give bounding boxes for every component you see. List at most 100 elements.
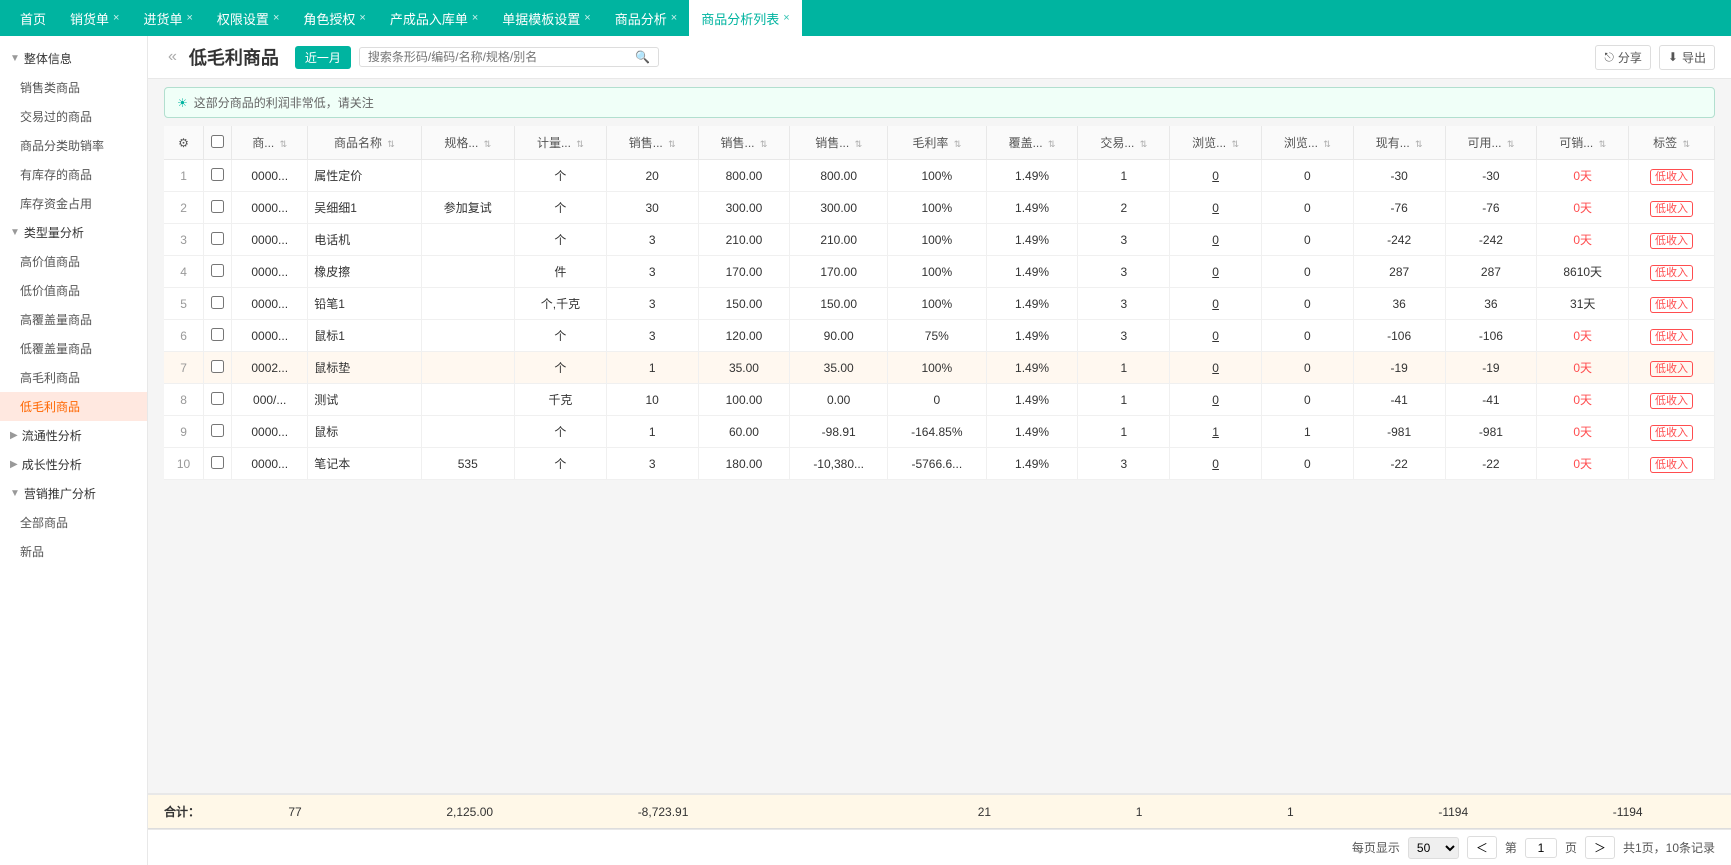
cell-views1[interactable]: 0 xyxy=(1170,224,1262,256)
views-link[interactable]: 0 xyxy=(1212,201,1219,215)
cell-views1[interactable]: 0 xyxy=(1170,352,1262,384)
sidebar-group-marketing[interactable]: ▼ 营销推广分析 xyxy=(0,479,147,508)
sidebar-item-stock-capital[interactable]: 库存资金占用 xyxy=(0,189,147,218)
close-icon[interactable]: × xyxy=(472,12,478,24)
col-gross-margin[interactable]: 毛利率 ⇅ xyxy=(887,126,986,160)
cell-checkbox[interactable] xyxy=(204,192,232,224)
sidebar-item-high-value[interactable]: 高价值商品 xyxy=(0,247,147,276)
cell-views1[interactable]: 0 xyxy=(1170,384,1262,416)
sidebar-group-overall[interactable]: ▼ 整体信息 xyxy=(0,44,147,73)
nav-roles[interactable]: 角色授权 × xyxy=(291,0,377,36)
views-link[interactable]: 0 xyxy=(1212,329,1219,343)
close-icon[interactable]: × xyxy=(186,12,192,24)
col-transactions[interactable]: 交易... ⇅ xyxy=(1078,126,1170,160)
cell-checkbox[interactable] xyxy=(204,256,232,288)
cell-checkbox[interactable] xyxy=(204,160,232,192)
share-button[interactable]: ⎋ 分享 xyxy=(1595,45,1651,70)
col-coverage[interactable]: 覆盖... ⇅ xyxy=(986,126,1078,160)
nav-purchase[interactable]: 进货单 × xyxy=(131,0,204,36)
sidebar-item-all-products[interactable]: 全部商品 xyxy=(0,508,147,537)
per-page-select[interactable]: 50 100 200 xyxy=(1408,837,1459,859)
nav-product-analysis-list[interactable]: 商品分析列表 × xyxy=(689,0,801,36)
views-link[interactable]: 0 xyxy=(1212,233,1219,247)
cell-views1[interactable]: 0 xyxy=(1170,448,1262,480)
cell-checkbox[interactable] xyxy=(204,224,232,256)
next-page-button[interactable]: ＞ xyxy=(1585,836,1615,859)
row-checkbox[interactable] xyxy=(211,232,224,245)
select-all-checkbox[interactable] xyxy=(211,135,224,148)
close-icon[interactable]: × xyxy=(584,12,590,24)
nav-permissions[interactable]: 权限设置 × xyxy=(205,0,291,36)
sidebar-item-category-rate[interactable]: 商品分类助销率 xyxy=(0,131,147,160)
col-name[interactable]: 商品名称 ⇅ xyxy=(308,126,421,160)
close-icon[interactable]: × xyxy=(359,12,365,24)
page-number-input[interactable] xyxy=(1525,838,1557,858)
sidebar-group-growth[interactable]: ▶ 成长性分析 xyxy=(0,450,147,479)
cell-checkbox[interactable] xyxy=(204,288,232,320)
row-checkbox[interactable] xyxy=(211,296,224,309)
col-sales-profit[interactable]: 销售... ⇅ xyxy=(790,126,888,160)
search-input[interactable] xyxy=(368,50,631,64)
sidebar-item-low-coverage[interactable]: 低覆盖量商品 xyxy=(0,334,147,363)
row-checkbox[interactable] xyxy=(211,360,224,373)
close-icon[interactable]: × xyxy=(273,12,279,24)
row-checkbox[interactable] xyxy=(211,456,224,469)
sidebar-item-high-coverage[interactable]: 高覆盖量商品 xyxy=(0,305,147,334)
sidebar-group-circulation[interactable]: ▶ 流通性分析 xyxy=(0,421,147,450)
sidebar-item-low-margin[interactable]: 低毛利商品 xyxy=(0,392,147,421)
col-unit[interactable]: 计量... ⇅ xyxy=(515,126,607,160)
nav-sales[interactable]: 销货单 × xyxy=(58,0,131,36)
collapse-sidebar-btn[interactable]: « xyxy=(164,48,181,66)
row-checkbox[interactable] xyxy=(211,264,224,277)
cell-views1[interactable]: 1 xyxy=(1170,416,1262,448)
nav-product-analysis[interactable]: 商品分析 × xyxy=(603,0,689,36)
views-link[interactable]: 0 xyxy=(1212,169,1219,183)
views-link[interactable]: 0 xyxy=(1212,265,1219,279)
cell-views1[interactable]: 0 xyxy=(1170,160,1262,192)
views-link[interactable]: 0 xyxy=(1212,457,1219,471)
sidebar-item-traded-products[interactable]: 交易过的商品 xyxy=(0,102,147,131)
nav-home[interactable]: 首页 xyxy=(8,0,58,36)
sidebar-group-type-analysis[interactable]: ▼ 类型量分析 xyxy=(0,218,147,247)
row-checkbox[interactable] xyxy=(211,328,224,341)
close-icon[interactable]: × xyxy=(113,12,119,24)
col-settings[interactable]: ⚙ xyxy=(164,126,204,160)
nav-products-in[interactable]: 产成品入库单 × xyxy=(378,0,490,36)
sidebar-item-high-margin[interactable]: 高毛利商品 xyxy=(0,363,147,392)
prev-page-button[interactable]: ＜ xyxy=(1467,836,1497,859)
views-link[interactable]: 0 xyxy=(1212,297,1219,311)
row-checkbox[interactable] xyxy=(211,200,224,213)
cell-checkbox[interactable] xyxy=(204,384,232,416)
views-link[interactable]: 1 xyxy=(1212,425,1219,439)
col-views1[interactable]: 浏览... ⇅ xyxy=(1170,126,1262,160)
nav-template[interactable]: 单据模板设置 × xyxy=(490,0,602,36)
views-link[interactable]: 0 xyxy=(1212,361,1219,375)
cell-checkbox[interactable] xyxy=(204,320,232,352)
table-container[interactable]: ⚙ 商... ⇅ 商品名称 ⇅ 规格... ⇅ 计量... ⇅ 销售... ⇅ … xyxy=(164,126,1715,793)
filter-button[interactable]: 近一月 xyxy=(295,46,351,69)
sidebar-item-new-products[interactable]: 新品 xyxy=(0,537,147,566)
col-sales-price[interactable]: 销售... ⇅ xyxy=(698,126,790,160)
col-current-stock[interactable]: 现有... ⇅ xyxy=(1353,126,1445,160)
col-views2[interactable]: 浏览... ⇅ xyxy=(1261,126,1353,160)
sidebar-item-in-stock[interactable]: 有库存的商品 xyxy=(0,160,147,189)
sidebar-item-sales-products[interactable]: 销售类商品 xyxy=(0,73,147,102)
col-tag[interactable]: 标签 ⇅ xyxy=(1629,126,1715,160)
cell-views1[interactable]: 0 xyxy=(1170,256,1262,288)
cell-checkbox[interactable] xyxy=(204,448,232,480)
cell-checkbox[interactable] xyxy=(204,352,232,384)
sidebar-item-low-value[interactable]: 低价值商品 xyxy=(0,276,147,305)
row-checkbox[interactable] xyxy=(211,168,224,181)
cell-views1[interactable]: 0 xyxy=(1170,320,1262,352)
cell-views1[interactable]: 0 xyxy=(1170,288,1262,320)
col-code[interactable]: 商... ⇅ xyxy=(232,126,308,160)
row-checkbox[interactable] xyxy=(211,424,224,437)
search-icon[interactable]: 🔍 xyxy=(635,50,650,64)
close-icon[interactable]: × xyxy=(783,12,789,24)
col-sellable[interactable]: 可销... ⇅ xyxy=(1537,126,1629,160)
cell-views1[interactable]: 0 xyxy=(1170,192,1262,224)
col-spec[interactable]: 规格... ⇅ xyxy=(421,126,515,160)
col-available[interactable]: 可用... ⇅ xyxy=(1445,126,1537,160)
views-link[interactable]: 0 xyxy=(1212,393,1219,407)
col-checkbox[interactable] xyxy=(204,126,232,160)
